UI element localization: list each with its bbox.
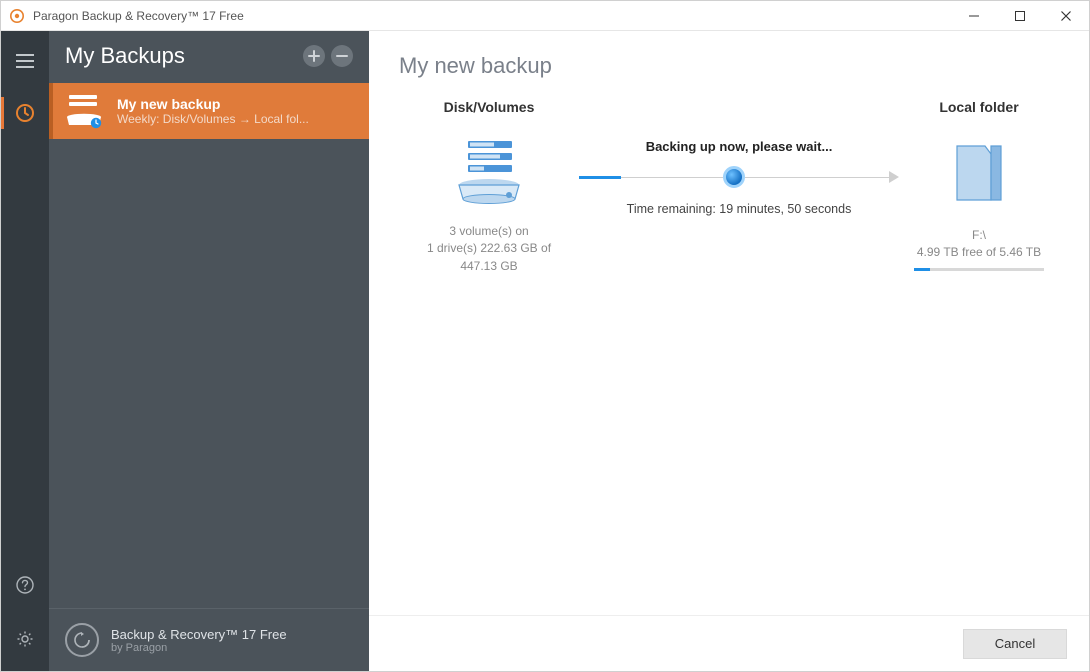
time-remaining: Time remaining: 19 minutes, 50 seconds bbox=[627, 202, 852, 216]
menu-button[interactable] bbox=[1, 45, 49, 77]
backup-list-item[interactable]: My new backup Weekly: Disk/Volumes → Loc… bbox=[49, 83, 369, 139]
close-button[interactable] bbox=[1043, 1, 1089, 31]
cancel-button[interactable]: Cancel bbox=[963, 629, 1067, 659]
page-title: My new backup bbox=[399, 53, 1059, 79]
backup-item-name: My new backup bbox=[117, 96, 355, 112]
window-title: Paragon Backup & Recovery™ 17 Free bbox=[33, 9, 244, 23]
product-logo-icon bbox=[65, 623, 99, 657]
progress-column: Backing up now, please wait... Time rema… bbox=[579, 99, 899, 216]
destination-summary: F:\ 4.99 TB free of 5.46 TB bbox=[917, 227, 1041, 262]
backup-flow: Disk/Volumes bbox=[399, 99, 1059, 275]
remove-backup-button[interactable] bbox=[331, 45, 353, 67]
disk-backup-icon bbox=[63, 93, 105, 129]
spinner-icon bbox=[723, 166, 745, 188]
footer-bar: Cancel bbox=[369, 615, 1089, 671]
help-button[interactable] bbox=[1, 569, 49, 601]
destination-usage-bar bbox=[914, 268, 1044, 271]
add-backup-button[interactable] bbox=[303, 45, 325, 67]
product-name: Backup & Recovery™ 17 Free bbox=[111, 627, 287, 642]
progress-arrow bbox=[579, 166, 899, 188]
source-heading: Disk/Volumes bbox=[444, 99, 535, 115]
sidebar-footer: Backup & Recovery™ 17 Free by Paragon bbox=[49, 608, 369, 671]
nav-rail bbox=[1, 31, 49, 671]
sidebar: My Backups bbox=[49, 31, 369, 671]
nav-backups[interactable] bbox=[1, 97, 49, 129]
sidebar-title: My Backups bbox=[65, 43, 297, 69]
product-vendor: by Paragon bbox=[111, 642, 287, 654]
disk-volumes-icon bbox=[450, 137, 528, 209]
settings-button[interactable] bbox=[1, 623, 49, 655]
status-text: Backing up now, please wait... bbox=[646, 139, 833, 154]
folder-icon bbox=[949, 137, 1009, 209]
destination-column: Local folder F:\ 4.99 TB free of 5.46 TB bbox=[899, 99, 1059, 271]
source-summary: 3 volume(s) on 1 drive(s) 222.63 GB of 4… bbox=[427, 223, 551, 275]
app-icon bbox=[9, 8, 25, 24]
backup-item-subtitle: Weekly: Disk/Volumes → Local fol... bbox=[117, 112, 355, 126]
main-panel: My new backup Disk/Volumes bbox=[369, 31, 1089, 671]
destination-heading: Local folder bbox=[939, 99, 1018, 115]
maximize-button[interactable] bbox=[997, 1, 1043, 31]
minimize-button[interactable] bbox=[951, 1, 997, 31]
source-column: Disk/Volumes bbox=[399, 99, 579, 275]
titlebar: Paragon Backup & Recovery™ 17 Free bbox=[1, 1, 1089, 31]
